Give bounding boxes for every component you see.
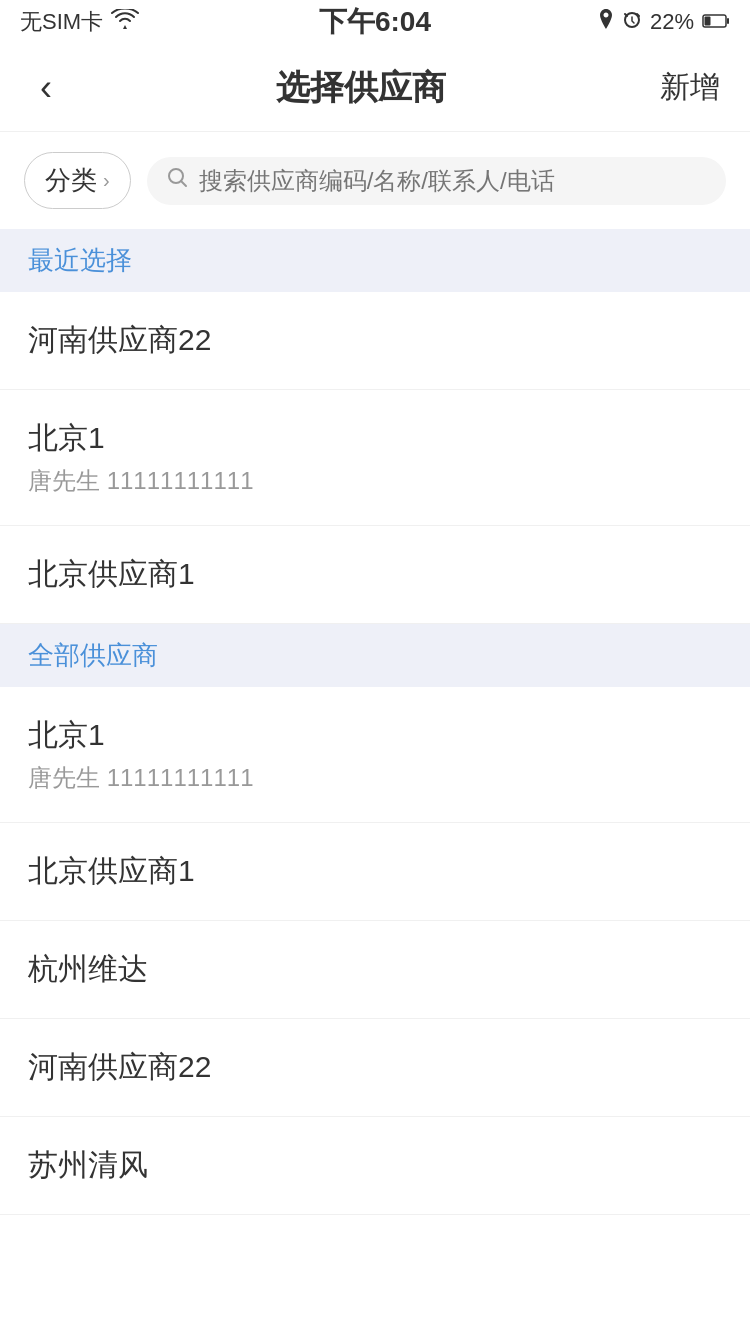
list-item[interactable]: 北京1 唐先生 11111111111 — [0, 687, 750, 823]
status-left: 无SIM卡 — [20, 7, 139, 37]
search-box[interactable] — [147, 157, 726, 205]
recent-section-title: 最近选择 — [28, 245, 132, 275]
search-icon — [167, 167, 189, 195]
item-name: 杭州维达 — [28, 949, 722, 990]
svg-rect-2 — [705, 17, 711, 26]
category-label: 分类 — [45, 163, 97, 198]
all-suppliers-list: 北京1 唐先生 11111111111 北京供应商1 杭州维达河南供应商22 苏州清风 — [0, 687, 750, 1215]
wifi-icon — [111, 9, 139, 35]
filter-bar: 分类 › — [0, 132, 750, 229]
status-right: 22% — [598, 9, 730, 35]
item-name: 河南供应商22 — [28, 1047, 722, 1088]
status-time: 下午6:04 — [319, 3, 431, 41]
battery-text: 22% — [650, 9, 694, 35]
alarm-icon — [622, 9, 642, 35]
item-name: 北京1 — [28, 418, 722, 459]
chevron-right-icon: › — [103, 169, 110, 192]
item-name: 北京供应商1 — [28, 851, 722, 892]
all-section-header: 全部供应商 — [0, 624, 750, 687]
list-item[interactable]: 河南供应商22 — [0, 292, 750, 390]
search-input[interactable] — [199, 167, 706, 195]
list-item[interactable]: 杭州维达 — [0, 921, 750, 1019]
nav-bar: ‹ 选择供应商 新增 — [0, 44, 750, 132]
list-item[interactable]: 苏州清风 — [0, 1117, 750, 1215]
recent-list: 河南供应商22 北京1 唐先生 11111111111 北京供应商1 — [0, 292, 750, 624]
item-name: 苏州清风 — [28, 1145, 722, 1186]
recent-section-header: 最近选择 — [0, 229, 750, 292]
status-bar: 无SIM卡 下午6:04 22% — [0, 0, 750, 44]
svg-rect-3 — [727, 18, 729, 24]
item-name: 北京供应商1 — [28, 554, 722, 595]
list-item[interactable]: 河南供应商22 — [0, 1019, 750, 1117]
add-button[interactable]: 新增 — [660, 67, 720, 108]
item-sub: 唐先生 11111111111 — [28, 762, 722, 794]
list-item[interactable]: 北京供应商1 — [0, 823, 750, 921]
category-button[interactable]: 分类 › — [24, 152, 131, 209]
list-item[interactable]: 北京供应商1 — [0, 526, 750, 624]
sim-text: 无SIM卡 — [20, 7, 103, 37]
all-section-title: 全部供应商 — [28, 640, 158, 670]
list-item[interactable]: 北京1 唐先生 11111111111 — [0, 390, 750, 526]
item-name: 河南供应商22 — [28, 320, 722, 361]
item-sub: 唐先生 11111111111 — [28, 465, 722, 497]
location-icon — [598, 9, 614, 35]
item-name: 北京1 — [28, 715, 722, 756]
battery-icon — [702, 9, 730, 35]
page-title: 选择供应商 — [276, 65, 446, 111]
back-button[interactable]: ‹ — [30, 57, 62, 119]
